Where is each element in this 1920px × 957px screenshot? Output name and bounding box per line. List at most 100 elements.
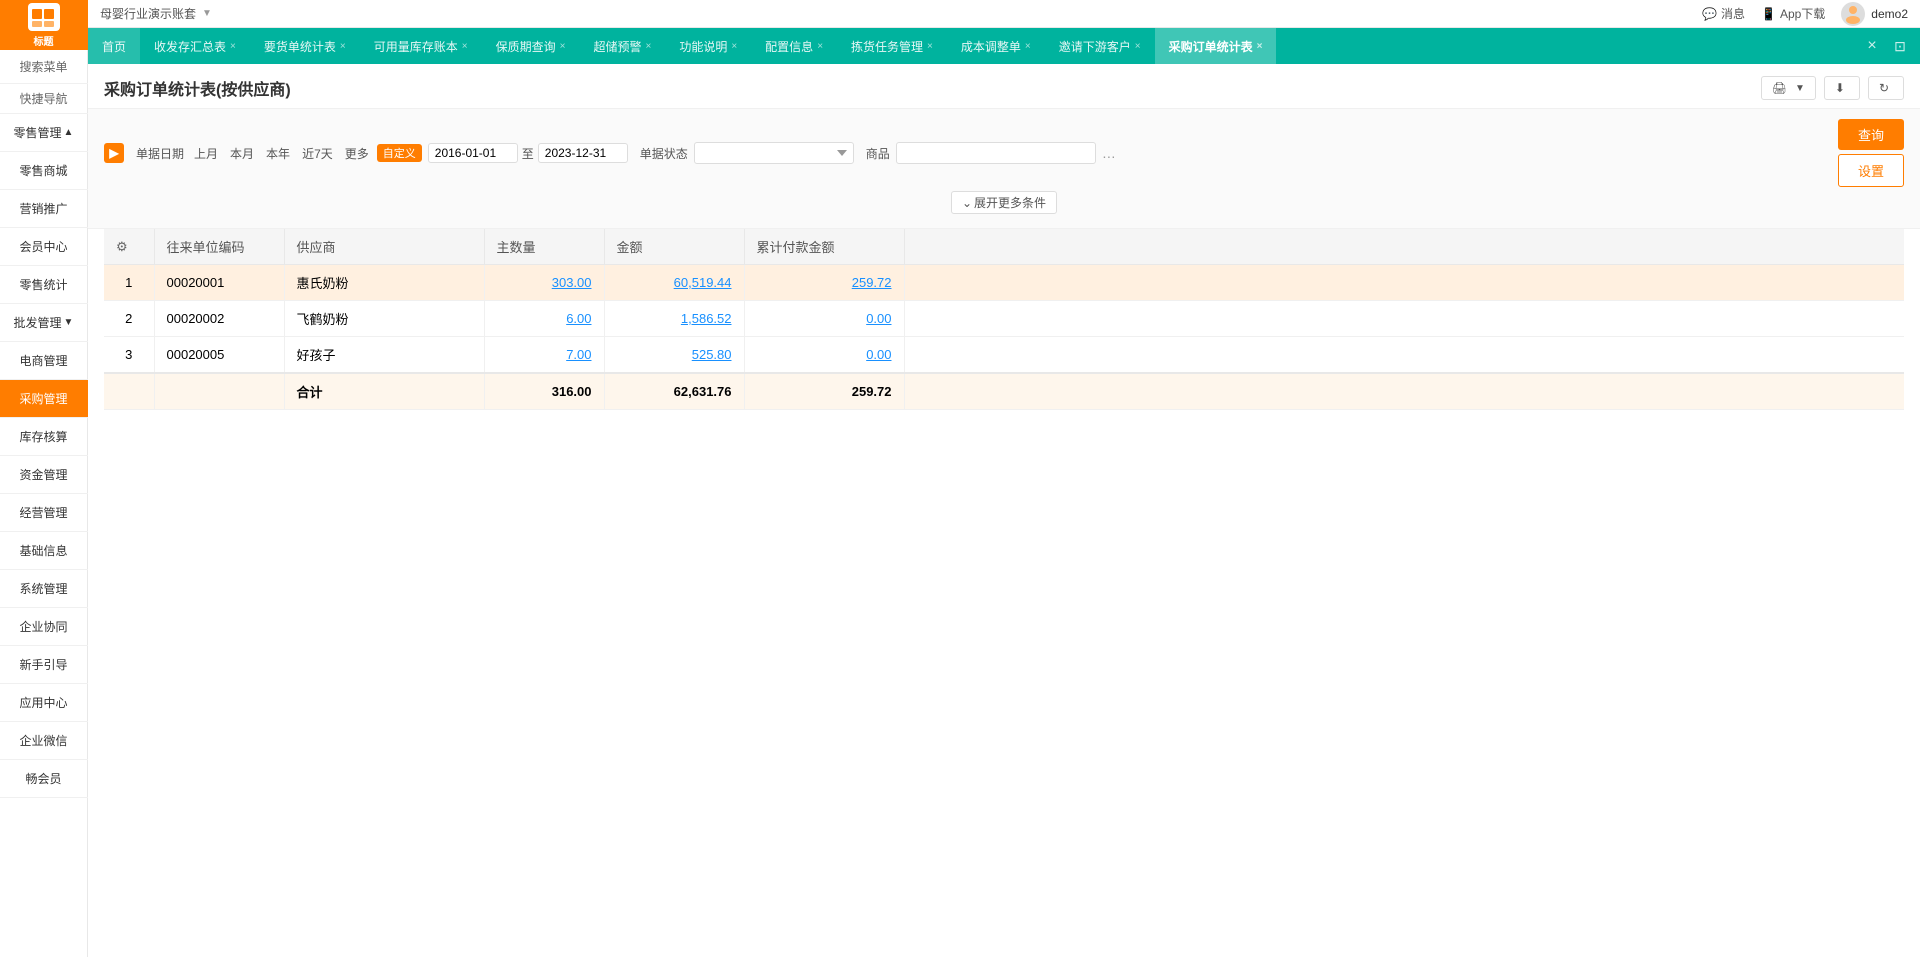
paid-link3[interactable]: 0.00 — [866, 347, 891, 362]
qty-link2[interactable]: 6.00 — [566, 311, 591, 326]
nav-tab-usable-inventory[interactable]: 可用量库存账本 × — [360, 28, 482, 64]
nav-tab-purchase-summary[interactable]: 采购订单统计表 × — [1155, 28, 1277, 64]
close-picking-icon[interactable]: × — [927, 41, 933, 52]
nav-tab-home[interactable]: 首页 — [88, 28, 140, 64]
status-label: 单据状态 — [640, 145, 688, 162]
amount-link3[interactable]: 525.80 — [692, 347, 732, 362]
status-select[interactable] — [694, 142, 854, 164]
workspace-selector[interactable]: 母婴行业演示账套 ▼ — [100, 5, 212, 22]
topbar-right: 💬 消息 📱 App下载 demo2 — [1702, 2, 1908, 26]
sidebar-item-ecommerce[interactable]: 电商管理 — [0, 342, 88, 380]
goods-filter: 商品 … — [866, 142, 1116, 164]
home-tab-label: 首页 — [102, 38, 126, 55]
user-menu[interactable]: demo2 — [1841, 2, 1908, 26]
sidebar-shortcut[interactable]: 快捷导航 — [0, 84, 88, 114]
paid-link[interactable]: 259.72 — [852, 275, 892, 290]
sidebar-item-finance[interactable]: 资金管理 — [0, 456, 88, 494]
col-settings-icon[interactable]: ⚙ — [116, 239, 128, 254]
print-btn[interactable]: 🖨 ▼ — [1761, 76, 1816, 100]
goods-more-icon[interactable]: … — [1102, 145, 1116, 161]
close-tab-btn[interactable]: × — [1860, 34, 1884, 58]
sidebar-item-vip[interactable]: 畅会员 — [0, 760, 88, 798]
nav-tab-overstock[interactable]: 超储预警 × — [579, 28, 665, 64]
page-content: 采购订单统计表(按供应商) 🖨 ▼ ⬇ ↻ — [88, 64, 1920, 957]
nav-tab-invite[interactable]: 邀请下游客户 × — [1045, 28, 1155, 64]
row-paid: 0.00 — [744, 337, 904, 374]
table-row[interactable]: 1 00020001 惠氏奶粉 303.00 60,519.44 259.72 — [104, 265, 1904, 301]
amount-link[interactable]: 60,519.44 — [674, 275, 732, 290]
shortcut-this-month[interactable]: 本月 — [226, 143, 258, 164]
nav-tab-function[interactable]: 功能说明 × — [665, 28, 751, 64]
sidebar-item-marketing[interactable]: 营销推广 — [0, 190, 88, 228]
sidebar-item-business[interactable]: 经营管理 — [0, 494, 88, 532]
sidebar-item-enterprisewx[interactable]: 企业微信 — [0, 722, 88, 760]
refresh-btn[interactable]: ↻ — [1868, 76, 1904, 100]
close-receive-summary-icon[interactable]: × — [230, 41, 236, 52]
query-btn[interactable]: 查询 — [1838, 119, 1904, 150]
app-logo: 标题 — [0, 0, 88, 50]
close-usable-inventory-icon[interactable]: × — [462, 41, 468, 52]
sidebar-search[interactable]: 搜索菜单 — [0, 50, 88, 84]
message-btn[interactable]: 💬 消息 — [1702, 5, 1745, 22]
shortcut-more[interactable]: 更多 — [341, 143, 373, 164]
goods-input[interactable] — [896, 142, 1096, 164]
col-code-header: 往来单位编码 — [154, 229, 284, 265]
close-order-summary-icon[interactable]: × — [340, 41, 346, 52]
table-row[interactable]: 3 00020005 好孩子 7.00 525.80 0.00 — [104, 337, 1904, 374]
sidebar-item-newguide[interactable]: 新手引导 — [0, 646, 88, 684]
row-num: 3 — [104, 337, 154, 374]
nav-tab-receive-summary[interactable]: 收发存汇总表 × — [140, 28, 250, 64]
sidebar-item-system[interactable]: 系统管理 — [0, 570, 88, 608]
row-supplier: 飞鹤奶粉 — [284, 301, 484, 337]
close-cost-icon[interactable]: × — [1025, 41, 1031, 52]
col-paid-header: 累计付款金额 — [744, 229, 904, 265]
footer-qty: 316.00 — [484, 373, 604, 410]
sidebar-item-inventory[interactable]: 库存核算 — [0, 418, 88, 456]
close-function-icon[interactable]: × — [731, 41, 737, 52]
nav-tab-picking[interactable]: 拣货任务管理 × — [837, 28, 947, 64]
sidebar-item-basic[interactable]: 基础信息 — [0, 532, 88, 570]
sidebar-item-enterprise[interactable]: 企业协同 — [0, 608, 88, 646]
close-overstock-icon[interactable]: × — [645, 41, 651, 52]
shortcut-this-year[interactable]: 本年 — [262, 143, 294, 164]
sidebar-item-member[interactable]: 会员中心 — [0, 228, 88, 266]
close-invite-icon[interactable]: × — [1135, 41, 1141, 52]
amount-link2[interactable]: 1,586.52 — [681, 311, 732, 326]
paid-link2[interactable]: 0.00 — [866, 311, 891, 326]
close-expiry-icon[interactable]: × — [560, 41, 566, 52]
workspace-dropdown-icon[interactable]: ▼ — [202, 8, 212, 19]
nav-tab-config[interactable]: 配置信息 × — [751, 28, 837, 64]
date-end-input[interactable] — [538, 143, 628, 163]
sidebar-item-wholesale[interactable]: 批发管理▼ — [0, 304, 88, 342]
custom-date-badge[interactable]: 自定义 — [377, 144, 422, 162]
sidebar-item-retail-stats[interactable]: 零售统计 — [0, 266, 88, 304]
main-content: 母婴行业演示账套 ▼ 💬 消息 📱 App下载 demo2 首页 — [88, 0, 1920, 957]
footer-row: 合计 316.00 62,631.76 259.72 — [104, 373, 1904, 410]
footer-paid: 259.72 — [744, 373, 904, 410]
export-btn[interactable]: ⬇ — [1824, 76, 1860, 100]
nav-tab-order-summary[interactable]: 要货单统计表 × — [250, 28, 360, 64]
expand-more-btn[interactable]: ⌄ 展开更多条件 — [951, 191, 1057, 214]
print-dropdown-icon[interactable]: ▼ — [1795, 83, 1805, 94]
avatar — [1841, 2, 1865, 26]
sidebar-item-purchase[interactable]: 采购管理 — [0, 380, 88, 418]
settings-btn[interactable]: 设置 — [1838, 154, 1904, 187]
app-download-btn[interactable]: 📱 App下载 — [1761, 5, 1825, 22]
col-extra-header — [904, 229, 1904, 265]
sidebar-item-appcenter[interactable]: 应用中心 — [0, 684, 88, 722]
qty-link3[interactable]: 7.00 — [566, 347, 591, 362]
close-purchase-summary-icon[interactable]: × — [1257, 41, 1263, 52]
window-btn[interactable]: ⊡ — [1888, 34, 1912, 58]
close-config-icon[interactable]: × — [817, 41, 823, 52]
table-row[interactable]: 2 00020002 飞鹤奶粉 6.00 1,586.52 0.00 — [104, 301, 1904, 337]
expand-filter-btn[interactable]: ▶ — [104, 143, 124, 163]
nav-tab-cost[interactable]: 成本调整单 × — [947, 28, 1045, 64]
shortcut-last-month[interactable]: 上月 — [190, 143, 222, 164]
nav-tab-expiry[interactable]: 保质期查询 × — [482, 28, 580, 64]
shortcut-7days[interactable]: 近7天 — [298, 143, 337, 164]
sidebar-item-retail-mall[interactable]: 零售商城 — [0, 152, 88, 190]
qty-link[interactable]: 303.00 — [552, 275, 592, 290]
col-qty-header: 主数量 — [484, 229, 604, 265]
sidebar-item-retail-mgmt[interactable]: 零售管理▲ — [0, 114, 88, 152]
date-start-input[interactable] — [428, 143, 518, 163]
